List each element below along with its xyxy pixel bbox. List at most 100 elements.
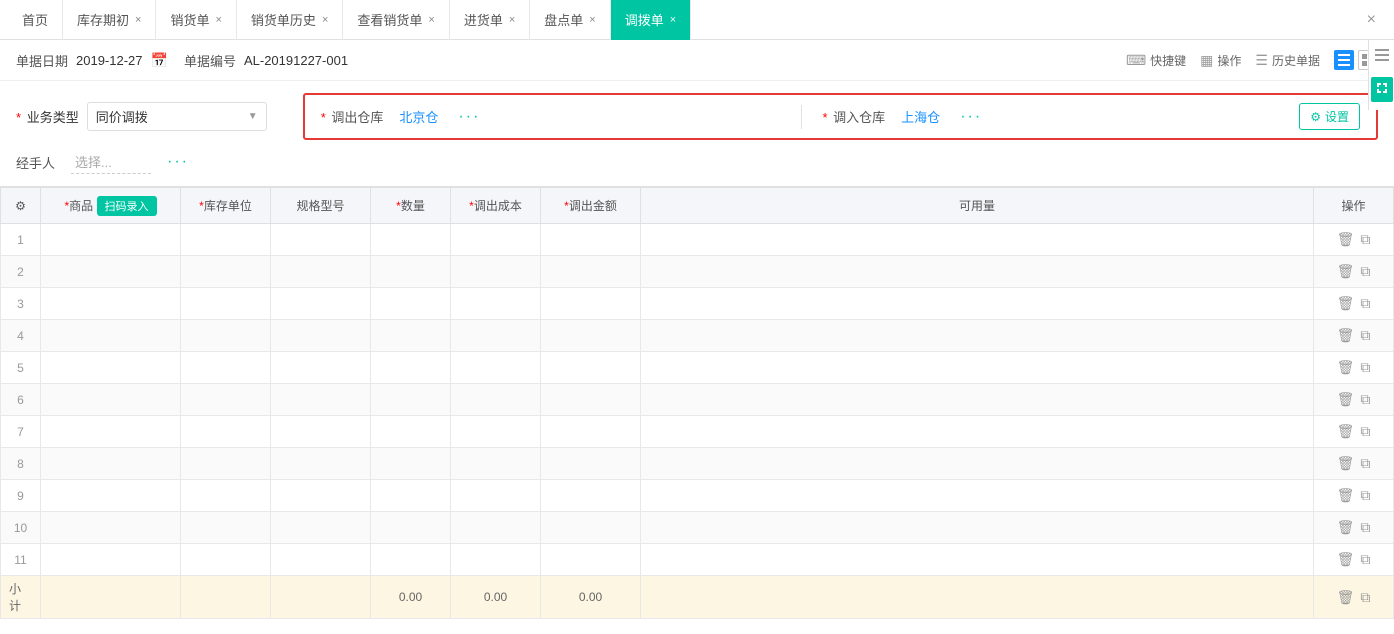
cell-unit[interactable]	[181, 224, 271, 256]
delete-icon[interactable]: 🗑	[1337, 423, 1355, 440]
copy-row-icon[interactable]: ⧉	[1360, 519, 1370, 536]
cell-cost[interactable]	[451, 224, 541, 256]
cell-amount[interactable]	[541, 512, 641, 544]
shortcut-button[interactable]: ⌨ 快捷键	[1126, 52, 1186, 69]
tab-home[interactable]: 首页	[8, 0, 63, 40]
cell-cost[interactable]	[451, 288, 541, 320]
subtotal-copy-icon[interactable]: ⧉	[1360, 589, 1370, 606]
delete-icon[interactable]: 🗑	[1337, 519, 1355, 536]
tab-purchase-order[interactable]: 进货单×	[450, 0, 530, 40]
copy-row-icon[interactable]: ⧉	[1360, 423, 1370, 440]
cell-cost[interactable]	[451, 384, 541, 416]
cell-spec[interactable]	[271, 448, 371, 480]
delete-icon[interactable]: 🗑	[1337, 327, 1355, 344]
delete-icon[interactable]: 🗑	[1337, 295, 1355, 312]
cell-qty[interactable]	[371, 352, 451, 384]
list-view-icon[interactable]	[1334, 50, 1354, 70]
handler-input[interactable]: 选择...	[71, 150, 151, 174]
cell-qty[interactable]	[371, 224, 451, 256]
business-type-select[interactable]: 同价调拨 ▼	[87, 102, 267, 131]
copy-row-icon[interactable]: ⧉	[1360, 327, 1370, 344]
cell-amount[interactable]	[541, 288, 641, 320]
tab-inventory-check[interactable]: 盘点单×	[530, 0, 610, 40]
tab-close-inventory-init[interactable]: ×	[135, 14, 141, 26]
cell-amount[interactable]	[541, 480, 641, 512]
cell-unit[interactable]	[181, 512, 271, 544]
cell-qty[interactable]	[371, 480, 451, 512]
calendar-icon[interactable]: 📅	[151, 52, 168, 69]
delete-icon[interactable]: 🗑	[1337, 359, 1355, 376]
copy-row-icon[interactable]: ⧉	[1360, 391, 1370, 408]
cell-spec[interactable]	[271, 288, 371, 320]
cell-spec[interactable]	[271, 256, 371, 288]
copy-row-icon[interactable]: ⧉	[1360, 551, 1370, 568]
delete-icon[interactable]: 🗑	[1337, 231, 1355, 248]
cell-goods[interactable]	[41, 352, 181, 384]
cell-qty[interactable]	[371, 320, 451, 352]
copy-row-icon[interactable]: ⧉	[1360, 231, 1370, 248]
cell-spec[interactable]	[271, 416, 371, 448]
scan-entry-button[interactable]: 扫码录入	[97, 196, 157, 216]
handler-more-button[interactable]: ···	[167, 153, 189, 171]
cell-goods[interactable]	[41, 320, 181, 352]
delete-icon[interactable]: 🗑	[1337, 551, 1355, 568]
cell-spec[interactable]	[271, 320, 371, 352]
tab-close-sales-order[interactable]: ×	[215, 14, 221, 26]
cell-qty[interactable]	[371, 288, 451, 320]
cell-amount[interactable]	[541, 256, 641, 288]
cell-goods[interactable]	[41, 416, 181, 448]
th-gear[interactable]: ⚙	[1, 188, 41, 224]
cell-amount[interactable]	[541, 224, 641, 256]
cell-cost[interactable]	[451, 480, 541, 512]
right-panel-expand-icon[interactable]	[1371, 77, 1393, 102]
copy-row-icon[interactable]: ⧉	[1360, 263, 1370, 280]
tab-view-sales[interactable]: 查看销货单×	[343, 0, 449, 40]
cell-qty[interactable]	[371, 512, 451, 544]
cell-unit[interactable]	[181, 352, 271, 384]
cell-goods[interactable]	[41, 384, 181, 416]
cell-cost[interactable]	[451, 512, 541, 544]
history-button[interactable]: ☰ 历史单据	[1255, 52, 1320, 69]
tab-close-purchase-order[interactable]: ×	[509, 14, 515, 26]
cell-goods[interactable]	[41, 288, 181, 320]
tab-transfer-order[interactable]: 调拨单×	[611, 0, 691, 40]
delete-icon[interactable]: 🗑	[1337, 391, 1355, 408]
cell-unit[interactable]	[181, 544, 271, 576]
cell-spec[interactable]	[271, 352, 371, 384]
cell-cost[interactable]	[451, 352, 541, 384]
warehouse-out-more-button[interactable]: ···	[458, 108, 480, 126]
subtotal-delete-icon[interactable]: 🗑	[1337, 589, 1355, 606]
cell-amount[interactable]	[541, 416, 641, 448]
cell-unit[interactable]	[181, 384, 271, 416]
cell-qty[interactable]	[371, 256, 451, 288]
tab-close-view-sales[interactable]: ×	[428, 14, 434, 26]
cell-cost[interactable]	[451, 448, 541, 480]
tab-inventory-init[interactable]: 库存期初×	[63, 0, 156, 40]
close-all-button[interactable]: ×	[1357, 11, 1386, 29]
tab-close-inventory-check[interactable]: ×	[589, 14, 595, 26]
cell-amount[interactable]	[541, 320, 641, 352]
cell-qty[interactable]	[371, 448, 451, 480]
cell-goods[interactable]	[41, 480, 181, 512]
cell-goods[interactable]	[41, 544, 181, 576]
cell-cost[interactable]	[451, 256, 541, 288]
delete-icon[interactable]: 🗑	[1337, 487, 1355, 504]
cell-spec[interactable]	[271, 480, 371, 512]
tab-close-transfer-order[interactable]: ×	[670, 14, 676, 26]
cell-spec[interactable]	[271, 224, 371, 256]
cell-unit[interactable]	[181, 256, 271, 288]
delete-icon[interactable]: 🗑	[1337, 455, 1355, 472]
cell-unit[interactable]	[181, 480, 271, 512]
warehouse-in-more-button[interactable]: ···	[960, 108, 982, 126]
cell-unit[interactable]	[181, 448, 271, 480]
copy-row-icon[interactable]: ⧉	[1360, 359, 1370, 376]
cell-amount[interactable]	[541, 352, 641, 384]
cell-amount[interactable]	[541, 384, 641, 416]
right-panel-list-icon[interactable]	[1375, 48, 1389, 65]
cell-unit[interactable]	[181, 320, 271, 352]
copy-row-icon[interactable]: ⧉	[1360, 295, 1370, 312]
cell-cost[interactable]	[451, 320, 541, 352]
cell-spec[interactable]	[271, 544, 371, 576]
cell-goods[interactable]	[41, 512, 181, 544]
cell-unit[interactable]	[181, 416, 271, 448]
